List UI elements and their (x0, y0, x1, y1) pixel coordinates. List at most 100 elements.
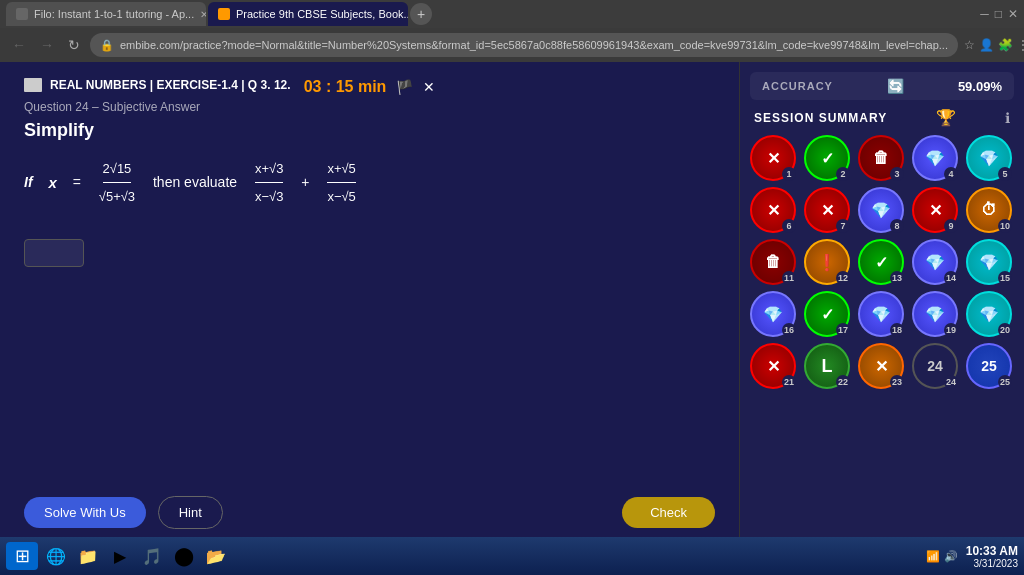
book-icon (24, 78, 42, 92)
tab-close-filo[interactable]: ✕ (200, 9, 206, 20)
question-badge-5[interactable]: 💎5 (966, 135, 1012, 181)
address-text: embibe.com/practice?mode=Normal&title=Nu… (120, 39, 948, 51)
question-badge-20[interactable]: 💎20 (966, 291, 1012, 337)
question-badge-17[interactable]: ✓17 (804, 291, 850, 337)
taskbar-app3-icon[interactable]: 📂 (202, 542, 230, 570)
question-badge-18[interactable]: 💎18 (858, 291, 904, 337)
x-numerator: 2√15 (103, 157, 132, 183)
question-badge-3[interactable]: 🗑3 (858, 135, 904, 181)
left-panel: REAL NUMBERS | EXERCISE-1.4 | Q 3. 12. 0… (0, 62, 739, 537)
question-number-25: 25 (998, 375, 1012, 389)
refresh-icon[interactable]: 🔄 (887, 78, 904, 94)
solve-with-us-button[interactable]: Solve With Us (24, 497, 146, 528)
expr1-fraction: x+√3 x−√3 (255, 157, 283, 209)
question-badge-16[interactable]: 💎16 (750, 291, 796, 337)
taskbar-app2-icon[interactable]: 🎵 (138, 542, 166, 570)
reload-button[interactable]: ↻ (64, 35, 84, 55)
lock-icon: 🔒 (100, 39, 114, 52)
question-number-11: 11 (782, 271, 796, 285)
plus-sign: + (301, 170, 309, 195)
question-badge-15[interactable]: 💎15 (966, 239, 1012, 285)
question-number-2: 2 (836, 167, 850, 181)
close-question-button[interactable]: ✕ (423, 79, 435, 95)
taskbar-folder-icon[interactable]: 📁 (74, 542, 102, 570)
hint-button[interactable]: Hint (158, 496, 223, 529)
back-button[interactable]: ← (8, 35, 30, 55)
question-number-14: 14 (944, 271, 958, 285)
tab-embibe[interactable]: Practice 9th CBSE Subjects, Book... ✕ (208, 2, 408, 26)
question-badge-2[interactable]: ✓2 (804, 135, 850, 181)
question-badge-4[interactable]: 💎4 (912, 135, 958, 181)
question-badge-14[interactable]: 💎14 (912, 239, 958, 285)
minimize-button[interactable]: ─ (980, 7, 989, 21)
question-number-12: 12 (836, 271, 850, 285)
question-type: Question 24 – Subjective Answer (24, 100, 715, 114)
trophy-icon: 🏆 (936, 108, 956, 127)
question-number-7: 7 (836, 219, 850, 233)
taskbar-app1-icon[interactable]: ▶ (106, 542, 134, 570)
browser-close-button[interactable]: ✕ (1008, 7, 1018, 21)
question-number-9: 9 (944, 219, 958, 233)
menu-icon[interactable]: ⋮ (1017, 38, 1024, 52)
question-badge-24[interactable]: 2424 (912, 343, 958, 389)
question-number-8: 8 (890, 219, 904, 233)
info-icon[interactable]: ℹ (1005, 110, 1010, 126)
question-badge-13[interactable]: ✓13 (858, 239, 904, 285)
question-badge-12[interactable]: ❗12 (804, 239, 850, 285)
bookmark-icon[interactable]: 🏴 (396, 79, 413, 95)
question-badge-25[interactable]: 2525 (966, 343, 1012, 389)
taskbar-chrome-icon[interactable]: ⬤ (170, 542, 198, 570)
accuracy-value: 59.09% (958, 79, 1002, 94)
tab-filo[interactable]: Filo: Instant 1-to-1 tutoring - Ap... ✕ (6, 2, 206, 26)
profile-icon[interactable]: 👤 (979, 38, 994, 52)
check-button[interactable]: Check (622, 497, 715, 528)
taskbar-browser-icon[interactable]: 🌐 (42, 542, 70, 570)
restore-button[interactable]: □ (995, 7, 1002, 21)
question-badge-6[interactable]: ✕6 (750, 187, 796, 233)
tab-label-filo: Filo: Instant 1-to-1 tutoring - Ap... (34, 8, 194, 20)
tab-favicon-embibe (218, 8, 230, 20)
x-fraction: 2√15 √5+√3 (99, 157, 135, 209)
start-button[interactable]: ⊞ (6, 542, 38, 570)
math-expression-row: If x = 2√15 √5+√3 then evaluate x+√3 x−√… (24, 157, 715, 209)
nav-bar: ← → ↻ 🔒 embibe.com/practice?mode=Normal&… (0, 28, 1024, 62)
question-badge-9[interactable]: ✕9 (912, 187, 958, 233)
question-number-22: 22 (836, 375, 850, 389)
expr2-fraction: x+√5 x−√5 (327, 157, 355, 209)
exercise-label: REAL NUMBERS | EXERCISE-1.4 | Q 3. 12. (50, 78, 291, 92)
address-bar[interactable]: 🔒 embibe.com/practice?mode=Normal&title=… (90, 33, 958, 57)
question-badge-22[interactable]: L22 (804, 343, 850, 389)
question-number-19: 19 (944, 323, 958, 337)
tab-label-embibe: Practice 9th CBSE Subjects, Book... (236, 8, 408, 20)
forward-button[interactable]: → (36, 35, 58, 55)
network-icon: 📶 (926, 550, 940, 563)
question-badge-10[interactable]: ⏱10 (966, 187, 1012, 233)
new-tab-button[interactable]: + (410, 3, 432, 25)
clock-date: 3/31/2023 (966, 558, 1018, 569)
question-badge-19[interactable]: 💎19 (912, 291, 958, 337)
question-number-6: 6 (782, 219, 796, 233)
question-badge-21[interactable]: ✕21 (750, 343, 796, 389)
question-badge-23[interactable]: ✕23 (858, 343, 904, 389)
question-number-18: 18 (890, 323, 904, 337)
extensions-icon[interactable]: 🧩 (998, 38, 1013, 52)
question-number-13: 13 (890, 271, 904, 285)
question-badge-8[interactable]: 💎8 (858, 187, 904, 233)
question-badge-1[interactable]: ✕1 (750, 135, 796, 181)
session-label: SESSION SUMMARY (754, 111, 887, 125)
answer-input-box[interactable] (24, 239, 84, 267)
taskbar: ⊞ 🌐 📁 ▶ 🎵 ⬤ 📂 📶 🔊 10:33 AM 3/31/2023 (0, 537, 1024, 575)
tab-favicon-filo (16, 8, 28, 20)
bookmark-star-icon[interactable]: ☆ (964, 38, 975, 52)
expr2-denominator: x−√5 (327, 183, 355, 208)
expr1-denominator: x−√3 (255, 183, 283, 208)
expr1-numerator: x+√3 (255, 157, 283, 183)
question-badge-11[interactable]: 🗑11 (750, 239, 796, 285)
equals-sign: = (73, 170, 81, 195)
question-number-15: 15 (998, 271, 1012, 285)
volume-icon: 🔊 (944, 550, 958, 563)
question-grid: ✕1✓2🗑3💎4💎5 ✕6✕7💎8✕9⏱10 🗑11❗12✓13💎14💎15 💎16✓… (750, 135, 1014, 389)
question-number-21: 21 (782, 375, 796, 389)
browser-chrome: Filo: Instant 1-to-1 tutoring - Ap... ✕ … (0, 0, 1024, 62)
question-badge-7[interactable]: ✕7 (804, 187, 850, 233)
